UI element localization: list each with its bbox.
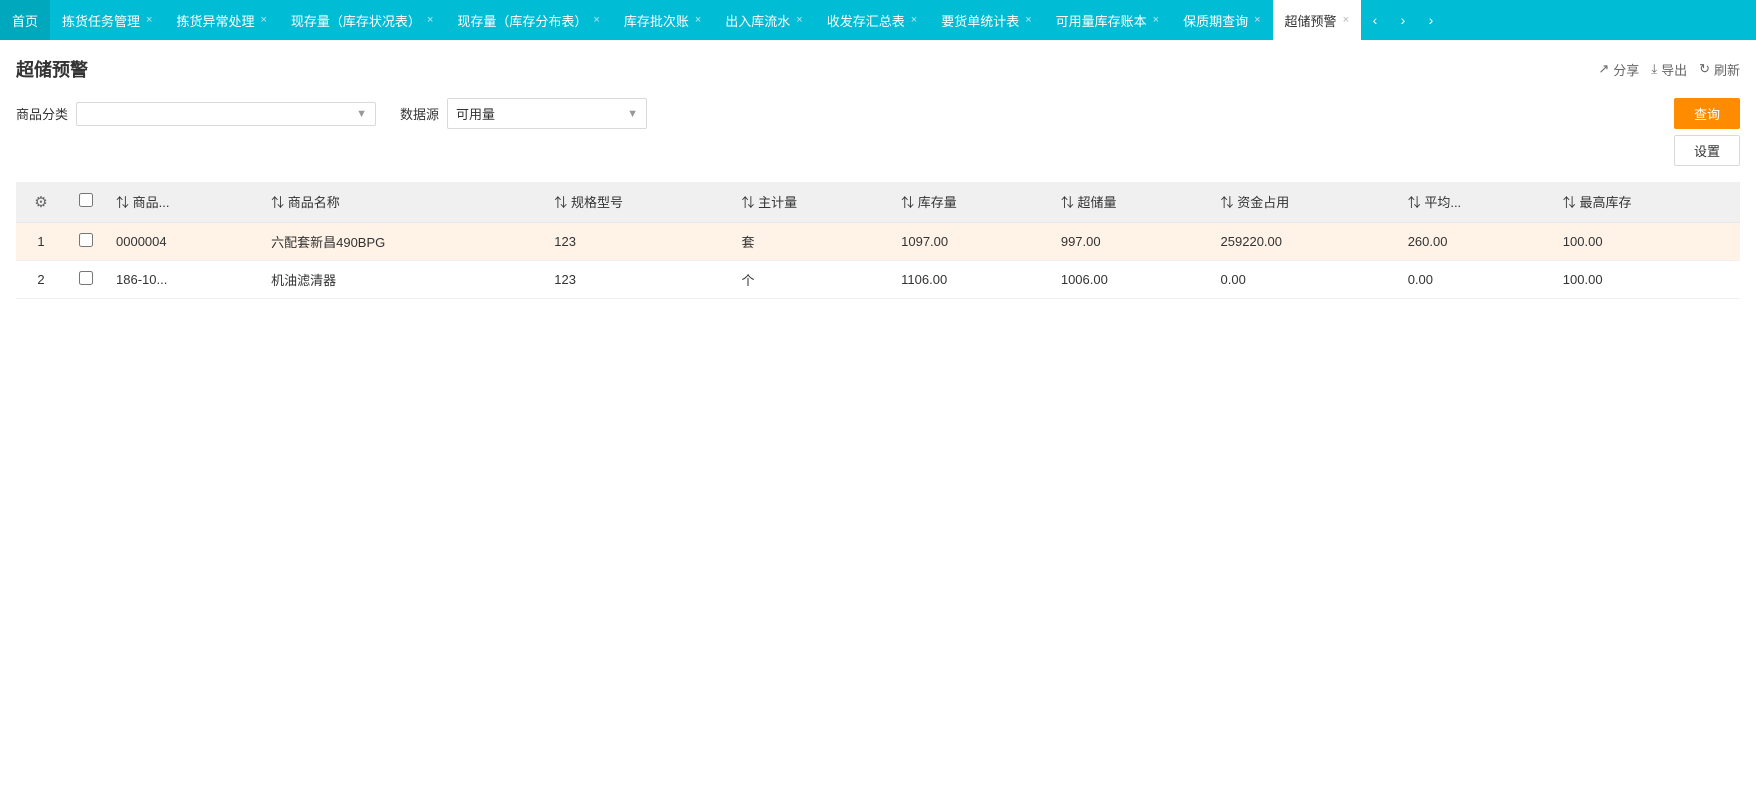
row-goods-code: 0000004 bbox=[106, 222, 261, 260]
close-icon[interactable]: × bbox=[593, 14, 599, 26]
navbar: 首页 拣货任务管理 × 拣货异常处理 × 现存量（库存状况表） × 现存量（库存… bbox=[0, 0, 1756, 40]
row-goods-code: 186-10... bbox=[106, 260, 261, 298]
nav-expiry-query[interactable]: 保质期查询 × bbox=[1171, 0, 1272, 40]
refresh-button[interactable]: ↻ 刷新 bbox=[1699, 60, 1740, 79]
table-row: 1 0000004 六配套新昌490BPG 123 套 1097.00 997.… bbox=[16, 222, 1740, 260]
nav-stock-dist[interactable]: 现存量（库存分布表） × bbox=[445, 0, 611, 40]
nav-order-stats[interactable]: 要货单统计表 × bbox=[929, 0, 1043, 40]
row-stock: 1106.00 bbox=[891, 260, 1051, 298]
row-unit: 个 bbox=[731, 260, 891, 298]
row-checkbox[interactable] bbox=[79, 233, 93, 247]
row-max-stock: 100.00 bbox=[1553, 260, 1740, 298]
table-row: 2 186-10... 机油滤清器 123 个 1106.00 1006.00 … bbox=[16, 260, 1740, 298]
nav-overstock-warning[interactable]: 超储预警 × bbox=[1273, 0, 1361, 40]
close-icon[interactable]: × bbox=[911, 14, 917, 26]
th-unit: ⇅ 主计量 bbox=[731, 182, 891, 222]
row-avg: 260.00 bbox=[1398, 222, 1553, 260]
export-button[interactable]: ⤓ 导出 bbox=[1651, 60, 1687, 79]
nav-task-mgmt[interactable]: 拣货任务管理 × bbox=[50, 0, 164, 40]
close-icon[interactable]: × bbox=[146, 14, 152, 26]
th-check bbox=[66, 182, 106, 222]
row-index: 2 bbox=[16, 260, 66, 298]
row-capital: 259220.00 bbox=[1211, 222, 1398, 260]
export-icon: ⤓ bbox=[1651, 61, 1657, 77]
chevron-down-icon: ▼ bbox=[627, 108, 638, 120]
nav-inout-flow[interactable]: 出入库流水 × bbox=[713, 0, 814, 40]
gear-icon[interactable]: ⚙ bbox=[34, 194, 47, 211]
nav-stock-status[interactable]: 现存量（库存状况表） × bbox=[279, 0, 445, 40]
th-spec: ⇅ 规格型号 bbox=[544, 182, 731, 222]
close-icon[interactable]: × bbox=[1254, 14, 1260, 26]
row-avg: 0.00 bbox=[1398, 260, 1553, 298]
nav-available-stock[interactable]: 可用量库存账本 × bbox=[1044, 0, 1171, 40]
row-max-stock: 100.00 bbox=[1553, 222, 1740, 260]
table-header-row: ⚙ ⇅ 商品... ⇅ 商品名称 ⇅ 规格型号 ⇅ bbox=[16, 182, 1740, 222]
row-goods-name: 机油滤清器 bbox=[261, 260, 544, 298]
data-table: ⚙ ⇅ 商品... ⇅ 商品名称 ⇅ 规格型号 ⇅ bbox=[16, 182, 1740, 299]
close-icon[interactable]: × bbox=[427, 14, 433, 26]
th-over-stock: ⇅ 超储量 bbox=[1051, 182, 1211, 222]
category-filter-group: 商品分类 ▼ bbox=[16, 102, 376, 126]
row-check[interactable] bbox=[66, 222, 106, 260]
close-icon[interactable]: × bbox=[1343, 14, 1349, 26]
close-icon[interactable]: × bbox=[260, 14, 266, 26]
th-gear: ⚙ bbox=[16, 182, 66, 222]
row-over-stock: 997.00 bbox=[1051, 222, 1211, 260]
nav-receipt-summary[interactable]: 收发存汇总表 × bbox=[815, 0, 929, 40]
th-max-stock: ⇅ 最高库存 bbox=[1553, 182, 1740, 222]
header-actions: ↗ 分享 ⤓ 导出 ↻ 刷新 bbox=[1598, 60, 1740, 79]
th-avg: ⇅ 平均... bbox=[1398, 182, 1553, 222]
close-icon[interactable]: × bbox=[1153, 14, 1159, 26]
row-index: 1 bbox=[16, 222, 66, 260]
row-checkbox[interactable] bbox=[79, 271, 93, 285]
nav-expand-arrow[interactable]: › bbox=[1417, 0, 1445, 40]
datasource-select[interactable]: 可用量 ▼ bbox=[447, 98, 647, 129]
close-icon[interactable]: × bbox=[1025, 14, 1031, 26]
row-unit: 套 bbox=[731, 222, 891, 260]
query-button[interactable]: 查询 bbox=[1674, 98, 1740, 129]
nav-exception[interactable]: 拣货异常处理 × bbox=[164, 0, 278, 40]
th-stock: ⇅ 库存量 bbox=[891, 182, 1051, 222]
th-goods-code: ⇅ 商品... bbox=[106, 182, 261, 222]
th-capital: ⇅ 资金占用 bbox=[1211, 182, 1398, 222]
page-header: 超储预警 ↗ 分享 ⤓ 导出 ↻ 刷新 bbox=[16, 56, 1740, 82]
row-spec: 123 bbox=[544, 222, 731, 260]
row-spec: 123 bbox=[544, 260, 731, 298]
chevron-down-icon: ▼ bbox=[356, 108, 367, 120]
nav-batch-account[interactable]: 库存批次账 × bbox=[612, 0, 713, 40]
row-stock: 1097.00 bbox=[891, 222, 1051, 260]
row-over-stock: 1006.00 bbox=[1051, 260, 1211, 298]
row-check[interactable] bbox=[66, 260, 106, 298]
close-icon[interactable]: × bbox=[796, 14, 802, 26]
th-goods-name: ⇅ 商品名称 bbox=[261, 182, 544, 222]
filter-buttons: 查询 设置 bbox=[1674, 98, 1740, 166]
datasource-filter-group: 数据源 可用量 ▼ bbox=[400, 98, 647, 129]
share-button[interactable]: ↗ 分享 bbox=[1598, 60, 1639, 79]
settings-button[interactable]: 设置 bbox=[1674, 135, 1740, 166]
category-select[interactable]: ▼ bbox=[76, 102, 376, 126]
nav-left-arrow[interactable]: ‹ bbox=[1361, 0, 1389, 40]
category-label: 商品分类 bbox=[16, 104, 68, 123]
refresh-icon: ↻ bbox=[1699, 61, 1710, 77]
nav-right-arrow[interactable]: › bbox=[1389, 0, 1417, 40]
close-icon[interactable]: × bbox=[695, 14, 701, 26]
row-capital: 0.00 bbox=[1211, 260, 1398, 298]
page-title: 超储预警 bbox=[16, 56, 88, 82]
nav-home[interactable]: 首页 bbox=[0, 0, 50, 40]
share-icon: ↗ bbox=[1598, 61, 1609, 77]
row-goods-name: 六配套新昌490BPG bbox=[261, 222, 544, 260]
page-content: 超储预警 ↗ 分享 ⤓ 导出 ↻ 刷新 商品分类 ▼ bbox=[0, 40, 1756, 800]
datasource-label: 数据源 bbox=[400, 104, 439, 123]
select-all-checkbox[interactable] bbox=[79, 193, 93, 207]
